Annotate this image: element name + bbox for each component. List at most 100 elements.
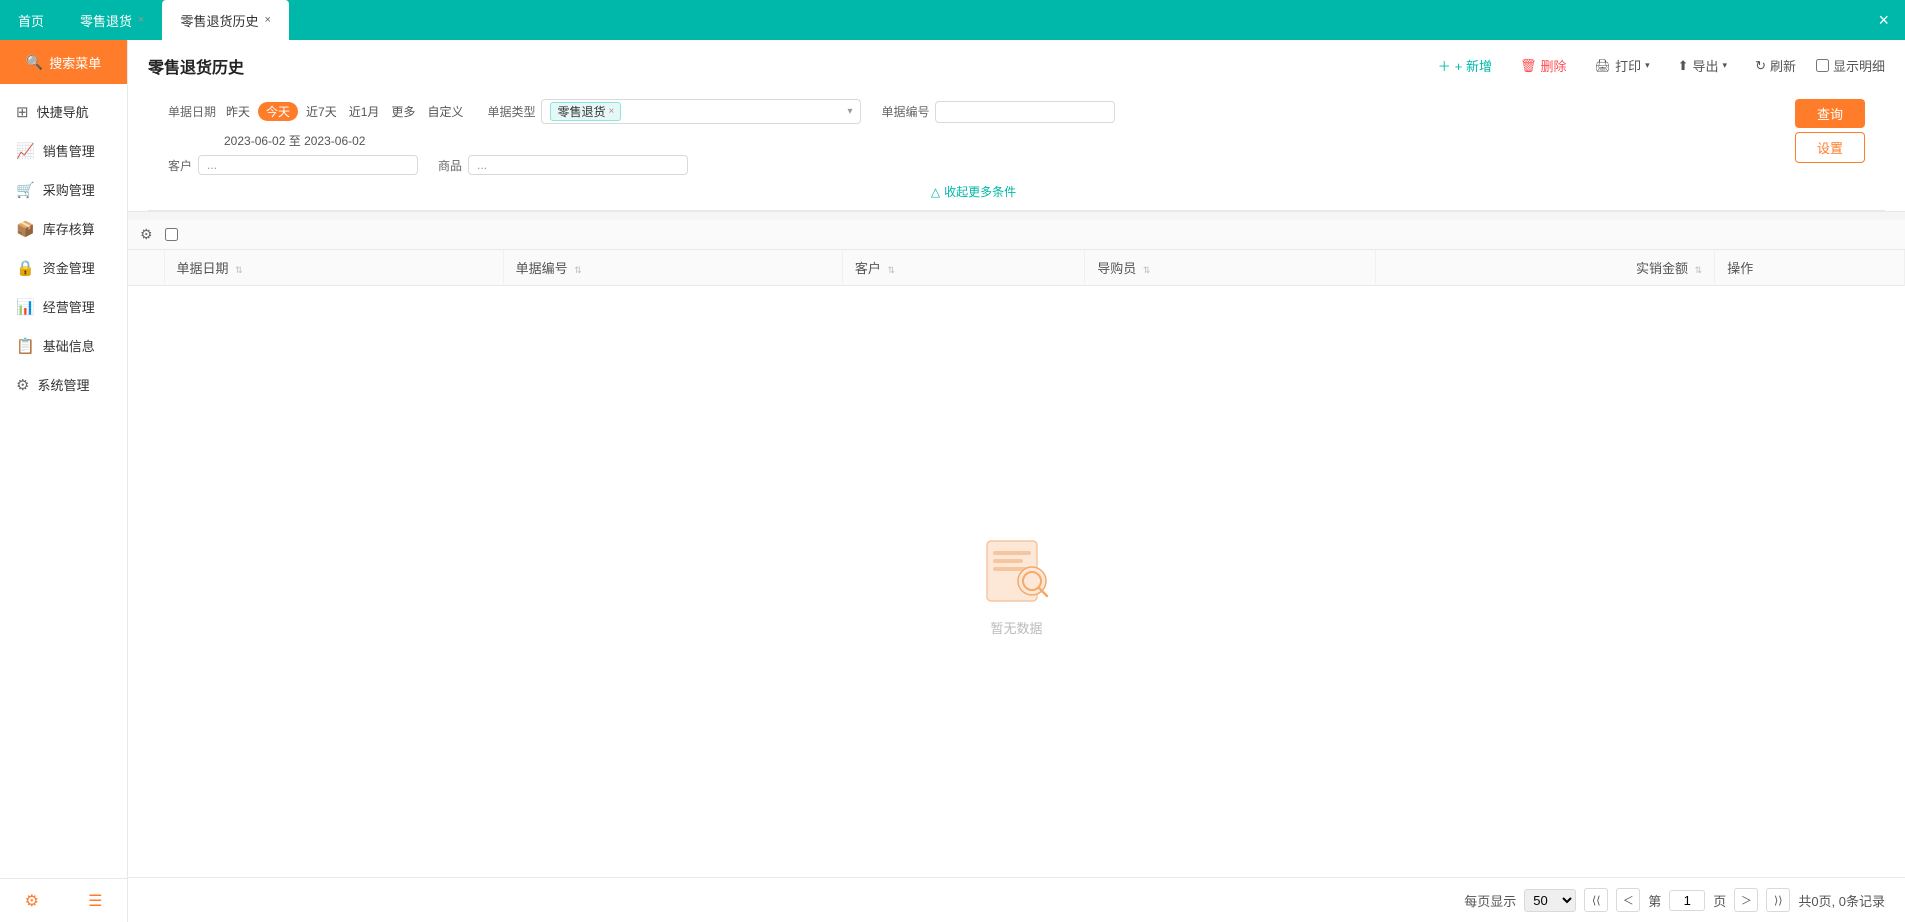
export-label: 导出: [1693, 56, 1719, 75]
page-header: 零售退货历史 ＋ + 新增 🗑 删除 🖨 打印 ▾: [128, 40, 1905, 212]
sidebar-search[interactable]: 🔍 搜索菜单: [0, 40, 127, 84]
tab-retail-return[interactable]: 零售退货 ×: [62, 0, 162, 40]
refresh-button[interactable]: ↻ 刷新: [1747, 52, 1804, 79]
customer-input-box[interactable]: ...: [198, 155, 418, 175]
action-buttons: 查询 设置: [1795, 99, 1865, 163]
delete-button[interactable]: 🗑 删除: [1512, 52, 1575, 79]
th-date-sort: ⇅: [235, 265, 243, 275]
doc-no-input[interactable]: [935, 101, 1115, 123]
page-suffix: 页: [1713, 891, 1726, 910]
sidebar-item-label: 基础信息: [43, 336, 95, 355]
th-date-label: 单据日期: [177, 261, 229, 276]
goods-input-box[interactable]: ...: [468, 155, 688, 175]
toolbar: ＋ + 新增 🗑 删除 🖨 打印 ▾ ⬆ 导出: [1430, 52, 1885, 79]
date-more[interactable]: 更多: [387, 102, 419, 121]
sidebar-item-label: 库存核算: [43, 219, 95, 238]
settings-button[interactable]: 设置: [1795, 132, 1865, 163]
customer-label: 客户: [168, 157, 192, 174]
sidebar-item-sales[interactable]: 📈 销售管理: [0, 131, 127, 170]
sidebar-item-operation[interactable]: 📊 经营管理: [0, 287, 127, 326]
print-label: 打印: [1615, 56, 1641, 75]
content-area: 零售退货历史 ＋ + 新增 🗑 删除 🖨 打印 ▾: [128, 40, 1905, 922]
tab-home[interactable]: 首页: [0, 0, 62, 40]
pagination: 每页显示 10 20 50 100 ⟨⟨ ＜ 第 页 ＞ ⟩⟩ 共0页, 0条记…: [128, 877, 1905, 922]
filter-row-2: 客户 ... 商品 ...: [168, 155, 1779, 175]
doc-type-label: 单据类型: [487, 103, 535, 120]
table-toolbar: ⚙: [128, 220, 1905, 250]
doc-no-label: 单据编号: [881, 103, 929, 120]
date-7days[interactable]: 近7天: [302, 102, 341, 121]
th-date[interactable]: 单据日期 ⇅: [164, 250, 503, 286]
operation-icon: 📊: [16, 298, 35, 316]
sidebar-item-quick-nav[interactable]: ⊞ 快捷导航: [0, 92, 127, 131]
show-detail-input[interactable]: [1816, 59, 1829, 72]
date-from: 2023-06-02: [224, 134, 285, 148]
prev-page-btn[interactable]: ＜: [1616, 888, 1640, 912]
date-yesterday[interactable]: 昨天: [222, 102, 254, 121]
doc-no-filter: 单据编号: [881, 101, 1115, 123]
total-label: 共0页, 0条记录: [1798, 891, 1885, 910]
sidebar-item-basic-info[interactable]: 📋 基础信息: [0, 326, 127, 365]
show-detail-label: 显示明细: [1833, 56, 1885, 75]
sales-icon: 📈: [16, 142, 35, 160]
export-button[interactable]: ⬆ 导出 ▾: [1670, 52, 1735, 79]
query-button[interactable]: 查询: [1795, 99, 1865, 128]
doc-type-tag-close[interactable]: ×: [608, 106, 614, 117]
doc-type-select[interactable]: 零售退货 × ▾: [541, 99, 861, 124]
sidebar-item-finance[interactable]: 🔒 资金管理: [0, 248, 127, 287]
tab-retail-return-history-close[interactable]: ×: [264, 14, 270, 26]
date-range-display: 2023-06-02 至 2023-06-02: [224, 132, 1779, 149]
show-detail-checkbox[interactable]: 显示明细: [1816, 56, 1885, 75]
th-customer[interactable]: 客户 ⇅: [842, 250, 1084, 286]
table-settings-icon[interactable]: ⚙: [140, 226, 153, 243]
top-bar-right: ×: [1878, 10, 1905, 31]
th-amount[interactable]: 实销金额 ⇅: [1376, 250, 1715, 286]
sidebar-item-inventory[interactable]: 📦 库存核算: [0, 209, 127, 248]
per-page-label: 每页显示: [1464, 891, 1516, 910]
th-customer-label: 客户: [855, 261, 881, 276]
print-button[interactable]: 🖨 打印 ▾: [1587, 52, 1658, 79]
date-today[interactable]: 今天: [258, 102, 298, 121]
next-page-btn[interactable]: ＞: [1734, 888, 1758, 912]
purchase-icon: 🛒: [16, 181, 35, 199]
th-guide[interactable]: 导购员 ⇅: [1085, 250, 1376, 286]
first-page-btn[interactable]: ⟨⟨: [1584, 888, 1608, 912]
delete-label: 删除: [1541, 56, 1567, 75]
window-close-btn[interactable]: ×: [1878, 10, 1889, 31]
filter-area: 单据日期 昨天 今天 近7天 近1月 更多 自定义: [148, 89, 1885, 211]
empty-text: 暂无数据: [990, 618, 1042, 637]
sidebar-item-label: 采购管理: [43, 180, 95, 199]
top-bar: 首页 零售退货 × 零售退货历史 × ×: [0, 0, 1905, 40]
date-custom[interactable]: 自定义: [423, 102, 467, 121]
add-icon: ＋: [1438, 56, 1451, 75]
tab-retail-return-history[interactable]: 零售退货历史 ×: [162, 0, 288, 40]
sidebar-menu-btn[interactable]: ☰: [88, 891, 102, 911]
page-input[interactable]: [1669, 890, 1705, 911]
table-area: ⚙ 单据日期 ⇅ 单据编号 ⇅: [128, 220, 1905, 877]
sidebar-item-purchase[interactable]: 🛒 采购管理: [0, 170, 127, 209]
goods-filter: 商品 ...: [438, 155, 688, 175]
sidebar-item-label: 快捷导航: [37, 102, 89, 121]
sidebar-item-label: 销售管理: [43, 141, 95, 160]
sidebar-settings-btn[interactable]: ⚙: [25, 891, 39, 911]
add-button[interactable]: ＋ + 新增: [1430, 52, 1500, 79]
th-action: 操作: [1715, 250, 1905, 286]
sidebar: 🔍 搜索菜单 ⊞ 快捷导航 📈 销售管理 🛒 采购管理 📦 库存核算 🔒: [0, 40, 128, 922]
collapse-btn[interactable]: △ 收起更多条件: [168, 183, 1779, 200]
sidebar-item-label: 资金管理: [43, 258, 95, 277]
doc-type-chevron: ▾: [847, 106, 852, 117]
sidebar-nav: ⊞ 快捷导航 📈 销售管理 🛒 采购管理 📦 库存核算 🔒 资金管理 📊: [0, 84, 127, 878]
sidebar-item-system[interactable]: ⚙ 系统管理: [0, 365, 127, 404]
th-no[interactable]: 单据编号 ⇅: [503, 250, 842, 286]
date-1month[interactable]: 近1月: [345, 102, 384, 121]
date-shortcuts: 昨天 今天 近7天 近1月 更多 自定义: [222, 102, 467, 121]
data-table: 单据日期 ⇅ 单据编号 ⇅ 客户 ⇅ 导购员 ⇅: [128, 250, 1905, 286]
select-all-checkbox[interactable]: [165, 228, 178, 241]
tab-retail-return-close[interactable]: ×: [138, 14, 144, 26]
per-page-select[interactable]: 10 20 50 100: [1524, 889, 1576, 912]
tab-retail-return-history-label: 零售退货历史: [180, 11, 258, 30]
th-no-sort: ⇅: [574, 265, 582, 275]
customer-placeholder: ...: [207, 158, 217, 172]
th-no-label: 单据编号: [516, 261, 568, 276]
last-page-btn[interactable]: ⟩⟩: [1766, 888, 1790, 912]
